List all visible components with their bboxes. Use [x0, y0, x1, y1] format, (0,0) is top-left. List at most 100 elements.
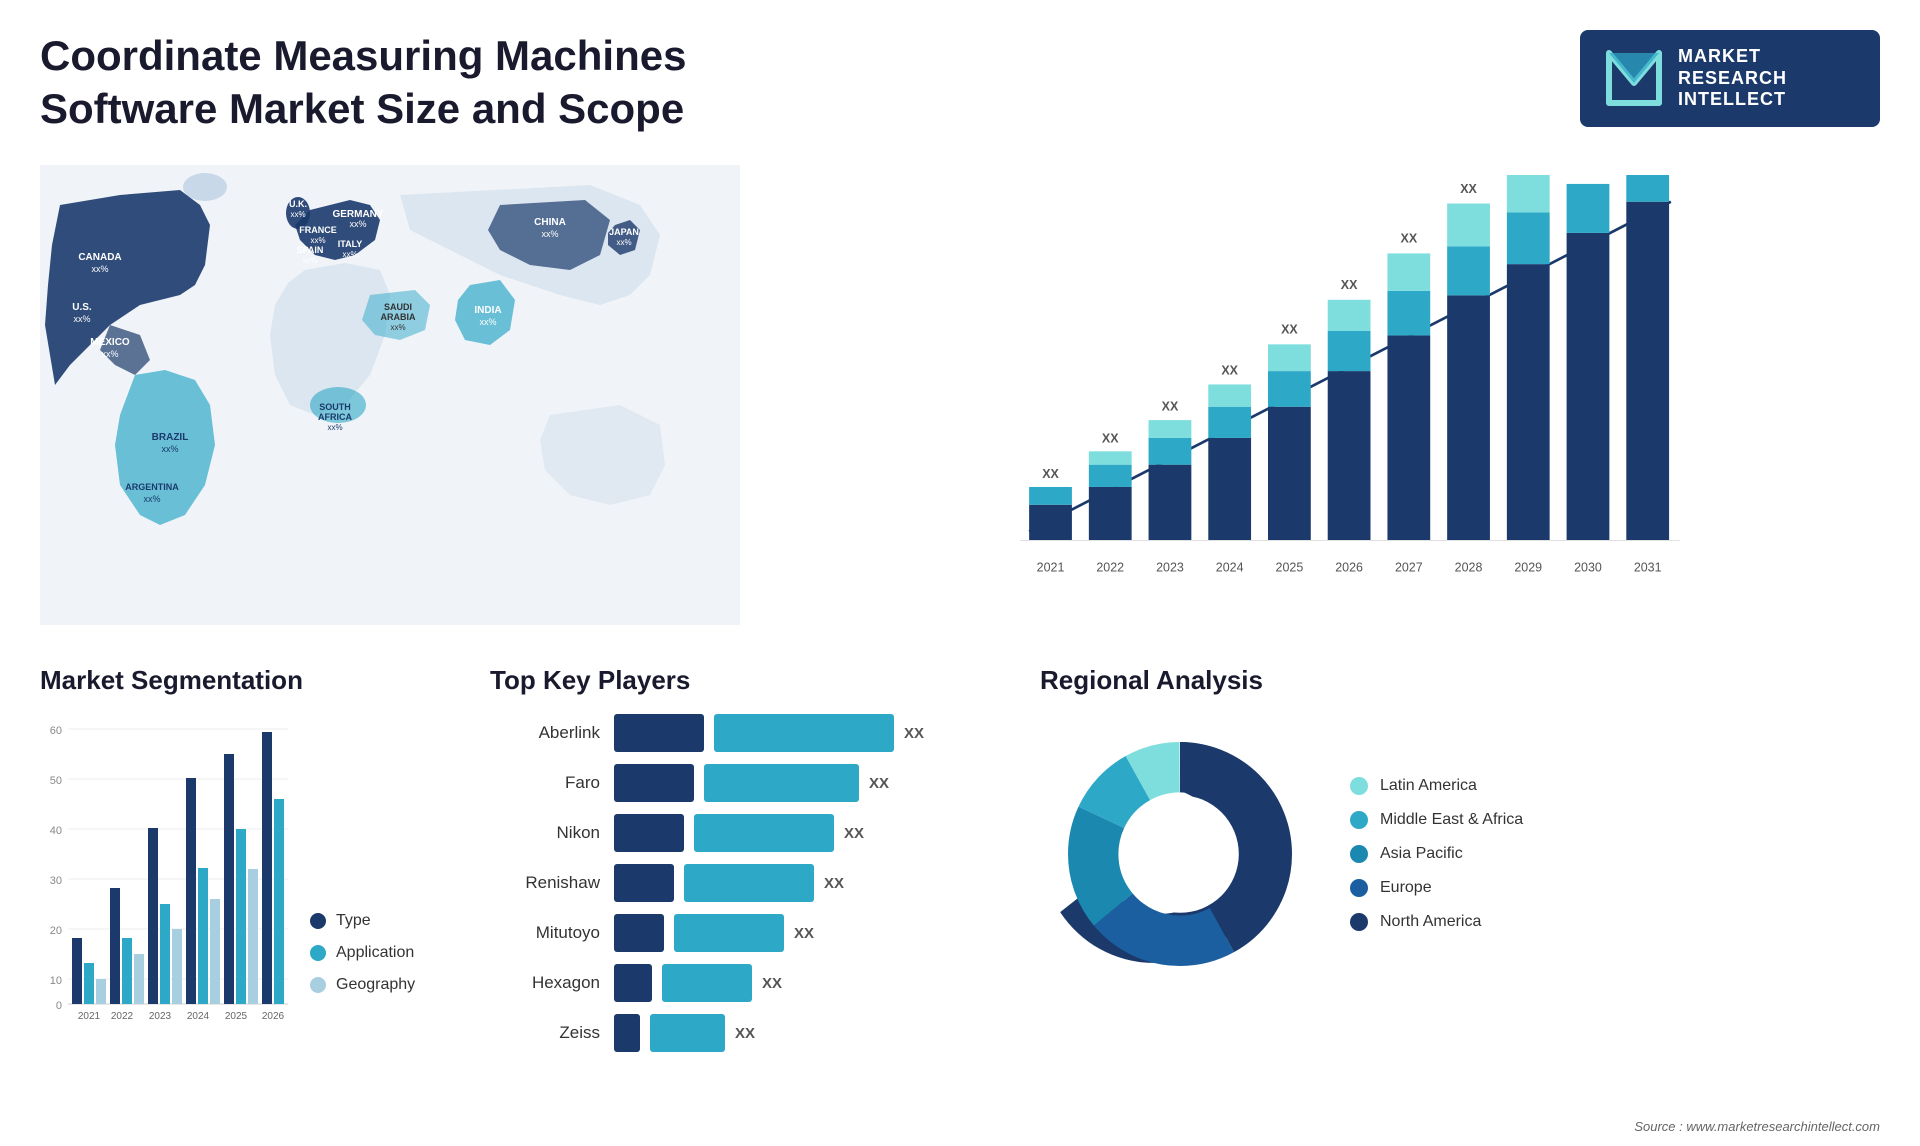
asia-pacific-label: Asia Pacific	[1380, 845, 1463, 863]
player-bar-wrap-aberlink: XX	[614, 714, 1010, 752]
svg-text:xx%: xx%	[390, 323, 405, 332]
player-bar-wrap-hexagon: XX	[614, 964, 1010, 1002]
svg-text:2023: 2023	[149, 1011, 172, 1022]
svg-text:XX: XX	[1460, 182, 1477, 196]
player-bar-wrap-renishaw: XX	[614, 864, 1010, 902]
svg-text:U.S.: U.S.	[72, 302, 92, 313]
svg-text:xx%: xx%	[91, 264, 108, 274]
player-name-renishaw: Renishaw	[490, 873, 600, 893]
svg-text:ITALY: ITALY	[338, 239, 363, 249]
player-row-mitutoyo: Mitutoyo XX	[490, 914, 1010, 952]
player-bar-light-nikon	[694, 814, 834, 852]
player-xx-aberlink: XX	[904, 725, 924, 742]
segmentation-section: Market Segmentation 60 50 40 30 20 10 0	[40, 665, 460, 1095]
svg-text:FRANCE: FRANCE	[299, 225, 337, 235]
svg-text:xx%: xx%	[73, 314, 90, 324]
player-xx-zeiss: XX	[735, 1025, 755, 1042]
north-america-label: North America	[1380, 913, 1481, 931]
bar-chart-svg: XX 2021 XX 2022 XX 2023 XX 2024	[840, 175, 1860, 585]
svg-text:xx%: xx%	[302, 256, 317, 265]
players-list: Aberlink XX Faro XX	[490, 714, 1010, 1052]
bottom-row: Market Segmentation 60 50 40 30 20 10 0	[40, 665, 1880, 1095]
regional-title: Regional Analysis	[1040, 665, 1880, 696]
map-section: CANADA xx% U.S. xx% MEXICO xx% BRAZIL xx…	[40, 155, 740, 635]
regional-section: Regional Analysis	[1040, 665, 1880, 1095]
svg-text:2024: 2024	[1216, 561, 1244, 575]
svg-text:ARABIA: ARABIA	[381, 312, 416, 322]
north-america-dot	[1350, 913, 1368, 931]
svg-text:U.K.: U.K.	[289, 199, 307, 209]
segmentation-chart: 60 50 40 30 20 10 0	[40, 714, 290, 1034]
svg-text:60: 60	[50, 725, 62, 737]
player-bar-dark-renishaw	[614, 864, 674, 902]
latin-america-dot	[1350, 777, 1368, 795]
legend-item-application: Application	[310, 944, 415, 962]
svg-text:CANADA: CANADA	[78, 252, 121, 263]
player-bar-dark-faro	[614, 764, 694, 802]
player-bar-dark-hexagon	[614, 964, 652, 1002]
player-bar-light-hexagon	[662, 964, 752, 1002]
svg-text:XX: XX	[1102, 431, 1119, 445]
svg-text:2022: 2022	[111, 1011, 134, 1022]
player-bar-light-renishaw	[684, 864, 814, 902]
bar-chart-section: XX 2021 XX 2022 XX 2023 XX 2024	[780, 155, 1880, 635]
svg-text:2025: 2025	[225, 1011, 248, 1022]
player-xx-mitutoyo: XX	[794, 925, 814, 942]
legend-item-type: Type	[310, 912, 415, 930]
player-bar-dark-zeiss	[614, 1014, 640, 1052]
middle-east-label: Middle East & Africa	[1380, 811, 1523, 829]
reg-legend-middle-east: Middle East & Africa	[1350, 811, 1523, 829]
svg-text:2022: 2022	[1096, 561, 1124, 575]
page-title: Coordinate Measuring Machines Software M…	[40, 30, 820, 135]
svg-text:2026: 2026	[262, 1011, 285, 1022]
player-bar-light-aberlink	[714, 714, 894, 752]
geography-label: Geography	[336, 976, 415, 994]
svg-text:2027: 2027	[1395, 561, 1423, 575]
reg-legend-asia-pacific: Asia Pacific	[1350, 845, 1523, 863]
svg-text:XX: XX	[1162, 399, 1179, 413]
regional-inner: Latin America Middle East & Africa Asia …	[1040, 714, 1880, 994]
svg-text:XX: XX	[1042, 467, 1059, 481]
player-row-zeiss: Zeiss XX	[490, 1014, 1010, 1052]
content: CANADA xx% U.S. xx% MEXICO xx% BRAZIL xx…	[0, 155, 1920, 1115]
svg-text:xx%: xx%	[101, 349, 118, 359]
svg-text:2028: 2028	[1455, 561, 1483, 575]
svg-text:BRAZIL: BRAZIL	[152, 432, 189, 443]
player-bar-wrap-faro: XX	[614, 764, 1010, 802]
player-bar-wrap-zeiss: XX	[614, 1014, 1010, 1052]
svg-text:40: 40	[50, 825, 62, 837]
donut-chart-wrap	[1040, 714, 1320, 994]
reg-legend-latin-america: Latin America	[1350, 777, 1523, 795]
svg-text:XX: XX	[1281, 323, 1298, 337]
key-players-section: Top Key Players Aberlink XX Faro	[490, 665, 1010, 1095]
svg-text:2031: 2031	[1634, 561, 1662, 575]
player-bar-wrap-mitutoyo: XX	[614, 914, 1010, 952]
world-map-svg: CANADA xx% U.S. xx% MEXICO xx% BRAZIL xx…	[40, 155, 740, 635]
header: Coordinate Measuring Machines Software M…	[0, 0, 1920, 155]
middle-east-dot	[1350, 811, 1368, 829]
latin-america-label: Latin America	[1380, 777, 1477, 795]
player-xx-renishaw: XX	[824, 875, 844, 892]
player-bar-light-faro	[704, 764, 859, 802]
svg-text:XX: XX	[1341, 278, 1358, 292]
svg-text:xx%: xx%	[541, 229, 558, 239]
svg-text:XX: XX	[1221, 364, 1238, 378]
player-bar-light-zeiss	[650, 1014, 725, 1052]
geography-dot	[310, 977, 326, 993]
svg-text:xx%: xx%	[342, 250, 357, 259]
svg-text:2023: 2023	[1156, 561, 1184, 575]
top-row: CANADA xx% U.S. xx% MEXICO xx% BRAZIL xx…	[40, 155, 1880, 635]
svg-text:JAPAN: JAPAN	[609, 227, 639, 237]
svg-text:SAUDI: SAUDI	[384, 302, 412, 312]
svg-text:xx%: xx%	[327, 423, 342, 432]
logo-block: MARKET RESEARCH INTELLECT	[1580, 30, 1880, 127]
svg-text:2026: 2026	[1335, 561, 1363, 575]
svg-text:xx%: xx%	[616, 238, 631, 247]
segmentation-title: Market Segmentation	[40, 665, 460, 696]
svg-text:SPAIN: SPAIN	[297, 245, 324, 255]
player-bar-wrap-nikon: XX	[614, 814, 1010, 852]
svg-text:2030: 2030	[1574, 561, 1602, 575]
svg-text:xx%: xx%	[143, 494, 160, 504]
svg-text:xx%: xx%	[310, 236, 325, 245]
player-name-aberlink: Aberlink	[490, 723, 600, 743]
